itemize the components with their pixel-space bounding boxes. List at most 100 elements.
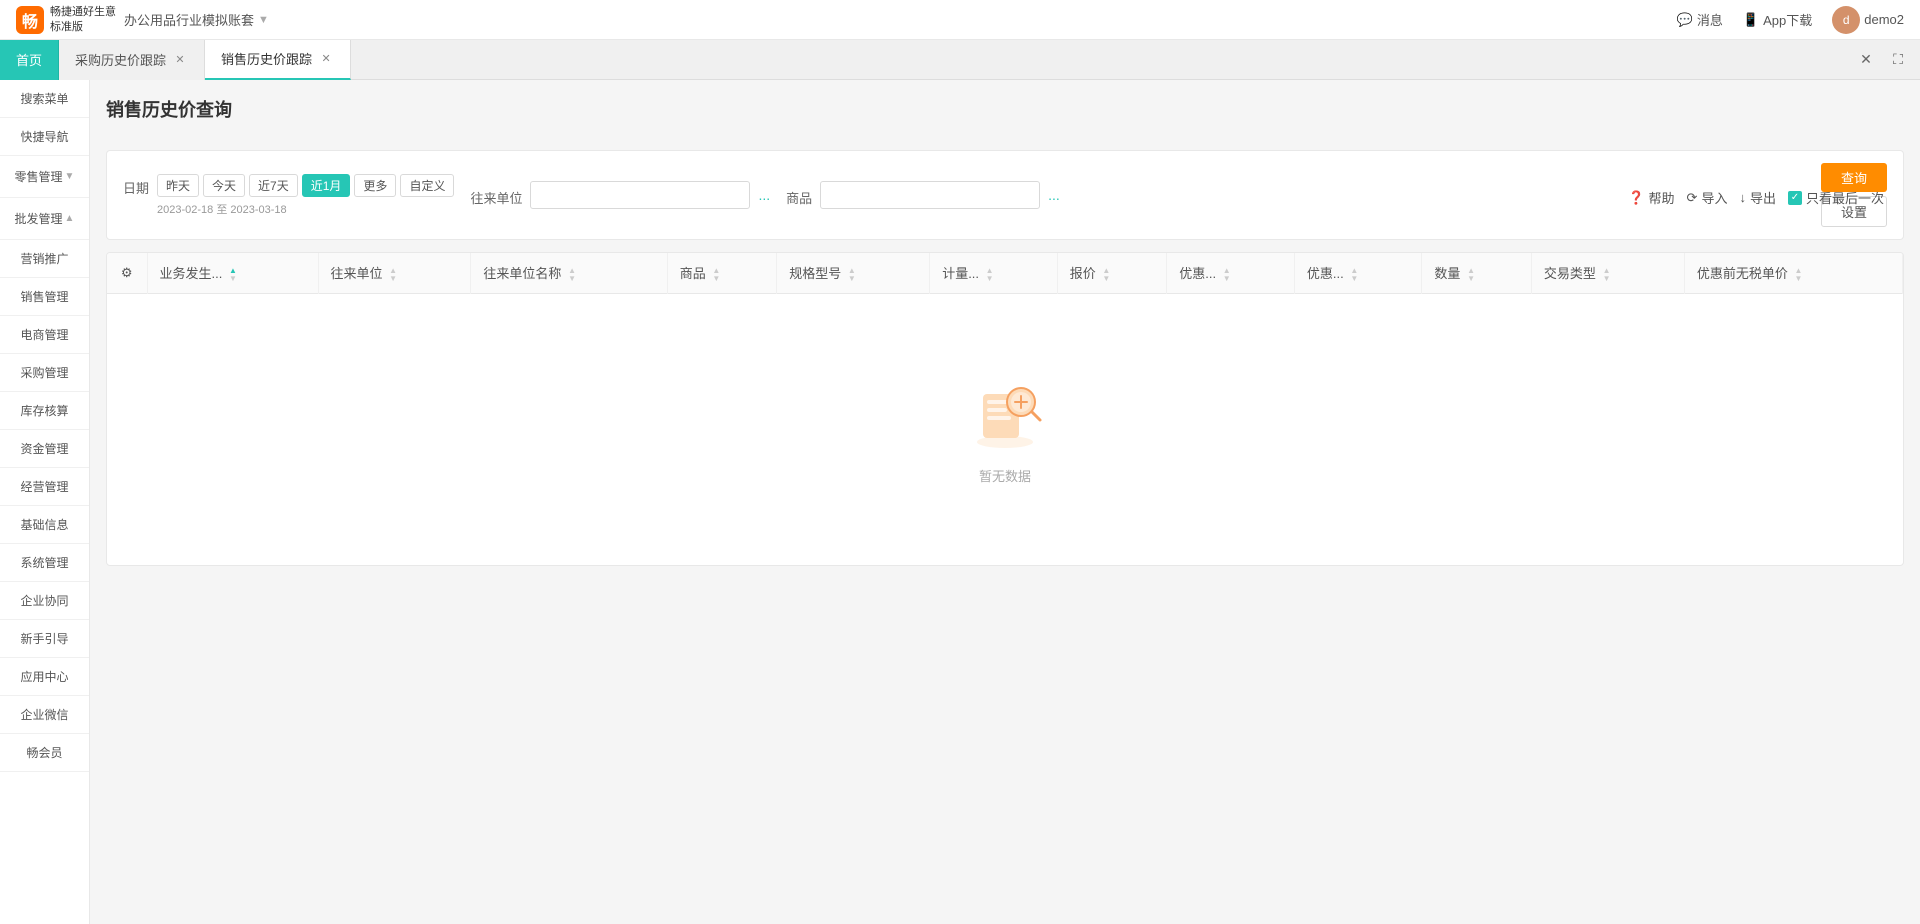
tab-sales-history[interactable]: 销售历史价跟踪 ✕	[205, 40, 351, 80]
table-card: ⚙ 业务发生... ▲ ▼ 往来单位	[106, 252, 1904, 566]
sidebar-item-label: 应用中心	[20, 668, 68, 685]
goods-input[interactable]	[820, 181, 1040, 209]
sort-arrows-discount1: ▲ ▼	[1223, 267, 1231, 283]
sort-arrows-quote: ▲ ▼	[1102, 267, 1110, 283]
user-action[interactable]: d demo2	[1832, 6, 1904, 34]
th-unit[interactable]: 计量... ▲ ▼	[930, 253, 1058, 293]
goods-label: 商品	[786, 184, 812, 207]
sidebar-item-label: 采购管理	[20, 364, 68, 381]
sidebar-item-new-guide[interactable]: 新手引导	[0, 620, 89, 658]
sidebar-item-wholesale-mgmt[interactable]: 批发管理 ▲	[0, 198, 89, 240]
only-last-checkbox-label[interactable]: ✓ 只看最后一次	[1788, 188, 1884, 207]
sidebar-item-enterprise-wechat[interactable]: 企业微信	[0, 696, 89, 734]
th-pretax-price[interactable]: 优惠前无税单价 ▲ ▼	[1684, 253, 1902, 293]
sidebar-item-label: 企业协同	[20, 592, 68, 609]
gear-icon: ⚙	[121, 265, 133, 280]
goods-dots-icon[interactable]: ...	[1048, 187, 1060, 203]
th-discount2-label: 优惠...	[1307, 266, 1344, 281]
th-partner-name[interactable]: 往来单位名称 ▲ ▼	[471, 253, 667, 293]
tab-sales-close-icon[interactable]: ✕	[318, 51, 334, 67]
tab-expand-btn[interactable]: ⛶	[1886, 48, 1910, 72]
sidebar: 搜索菜单 快捷导航 零售管理 ▼ 批发管理 ▲ 营销推广 销售管理 电商管理 采…	[0, 80, 90, 924]
sidebar-item-ecommerce-mgmt[interactable]: 电商管理	[0, 316, 89, 354]
app-download-action[interactable]: 📱 App下载	[1743, 10, 1812, 29]
chevron-up-icon: ▲	[65, 213, 75, 224]
sidebar-item-basic-info[interactable]: 基础信息	[0, 506, 89, 544]
th-partner-code[interactable]: 往来单位 ▲ ▼	[318, 253, 471, 293]
sidebar-item-sales-mgmt[interactable]: 销售管理	[0, 278, 89, 316]
table-header-row: ⚙ 业务发生... ▲ ▼ 往来单位	[107, 253, 1903, 293]
th-discount1[interactable]: 优惠... ▲ ▼	[1167, 253, 1295, 293]
date-btn-custom[interactable]: 自定义	[400, 174, 454, 197]
import-action[interactable]: ⟳ 导入	[1687, 188, 1728, 207]
sidebar-item-purchase-mgmt[interactable]: 采购管理	[0, 354, 89, 392]
header-right: 💬 消息 📱 App下载 d demo2	[1677, 6, 1904, 34]
partner-filter-group: 往来单位 ...	[470, 181, 770, 209]
message-action[interactable]: 💬 消息	[1677, 10, 1723, 29]
tab-purchase-close-icon[interactable]: ✕	[172, 52, 188, 68]
top-header: 畅 畅捷通好生意 标准版 办公用品行业模拟账套 ▼ 💬 消息 📱 App下载 d…	[0, 0, 1920, 40]
chevron-down-icon[interactable]: ▼	[258, 14, 269, 26]
th-gear[interactable]: ⚙	[107, 253, 147, 293]
sidebar-item-finance-mgmt[interactable]: 资金管理	[0, 430, 89, 468]
date-btn-today[interactable]: 今天	[203, 174, 245, 197]
sidebar-item-marketing[interactable]: 营销推广	[0, 240, 89, 278]
sidebar-item-app-center[interactable]: 应用中心	[0, 658, 89, 696]
date-btn-more[interactable]: 更多	[354, 174, 396, 197]
th-spec-label: 规格型号	[789, 266, 841, 281]
date-btn-last7[interactable]: 近7天	[249, 174, 298, 197]
th-discount2[interactable]: 优惠... ▲ ▼	[1294, 253, 1422, 293]
main-layout: 搜索菜单 快捷导航 零售管理 ▼ 批发管理 ▲ 营销推广 销售管理 电商管理 采…	[0, 80, 1920, 924]
logo-icon: 畅	[16, 6, 44, 34]
tab-bar-end: ✕ ⛶	[1854, 48, 1920, 72]
partner-dots-icon[interactable]: ...	[758, 187, 770, 203]
tab-purchase-history[interactable]: 采购历史价跟踪 ✕	[59, 40, 205, 80]
app-title: 办公用品行业模拟账套 ▼	[124, 10, 269, 29]
sidebar-item-enterprise-collab[interactable]: 企业协同	[0, 582, 89, 620]
page-actions: ❓ 帮助 ⟳ 导入 ↓ 导出 ✓ 只看最后一次	[1628, 188, 1884, 207]
empty-state-icon	[965, 374, 1045, 454]
export-action[interactable]: ↓ 导出	[1739, 188, 1776, 207]
th-biz-date[interactable]: 业务发生... ▲ ▼	[147, 253, 318, 293]
th-trade-type-label: 交易类型	[1544, 266, 1596, 281]
tab-bar: 首页 采购历史价跟踪 ✕ 销售历史价跟踪 ✕ ✕ ⛶	[0, 40, 1920, 80]
th-quote[interactable]: 报价 ▲ ▼	[1057, 253, 1167, 293]
th-spec[interactable]: 规格型号 ▲ ▼	[777, 253, 930, 293]
th-goods-label: 商品	[680, 266, 706, 281]
help-action[interactable]: ❓ 帮助	[1628, 188, 1674, 207]
sort-arrows-biz-date: ▲ ▼	[229, 267, 237, 283]
th-quantity-label: 数量	[1434, 266, 1460, 281]
th-unit-label: 计量...	[942, 266, 979, 281]
th-partner-name-label: 往来单位名称	[483, 266, 561, 281]
data-table: ⚙ 业务发生... ▲ ▼ 往来单位	[107, 253, 1903, 294]
sidebar-item-member[interactable]: 畅会员	[0, 734, 89, 772]
sidebar-item-label: 零售管理	[15, 168, 63, 185]
tab-home[interactable]: 首页	[0, 40, 59, 80]
header-left: 畅 畅捷通好生意 标准版 办公用品行业模拟账套 ▼	[16, 5, 269, 34]
empty-text: 暂无数据	[979, 466, 1031, 485]
sidebar-item-label: 企业微信	[20, 706, 68, 723]
tab-close-btn[interactable]: ✕	[1854, 48, 1878, 72]
logo-area: 畅 畅捷通好生意 标准版	[16, 5, 116, 34]
sidebar-item-search-menu[interactable]: 搜索菜单	[0, 80, 89, 118]
sidebar-item-quick-nav[interactable]: 快捷导航	[0, 118, 89, 156]
sidebar-item-label: 新手引导	[20, 630, 68, 647]
sort-arrows-partner-name: ▲ ▼	[568, 267, 576, 283]
page-header-area: 销售历史价查询 ❓ 帮助 ⟳ 导入 ↓ 导出 ✓ 只看最后一次	[106, 96, 1904, 138]
sidebar-item-system-mgmt[interactable]: 系统管理	[0, 544, 89, 582]
sort-arrows-pretax-price: ▲ ▼	[1794, 267, 1802, 283]
th-trade-type[interactable]: 交易类型 ▲ ▼	[1531, 253, 1684, 293]
sort-arrows-trade-type: ▲ ▼	[1603, 267, 1611, 283]
sidebar-item-inventory-check[interactable]: 库存核算	[0, 392, 89, 430]
avatar: d	[1832, 6, 1860, 34]
th-quantity[interactable]: 数量 ▲ ▼	[1422, 253, 1532, 293]
sidebar-item-operations-mgmt[interactable]: 经营管理	[0, 468, 89, 506]
th-goods[interactable]: 商品 ▲ ▼	[667, 253, 777, 293]
date-btn-yesterday[interactable]: 昨天	[157, 174, 199, 197]
phone-icon: 📱	[1743, 12, 1759, 28]
date-btn-last1m[interactable]: 近1月	[302, 174, 351, 197]
export-icon: ↓	[1739, 190, 1746, 205]
sidebar-item-retail-mgmt[interactable]: 零售管理 ▼	[0, 156, 89, 198]
logo-text: 畅捷通好生意 标准版	[50, 5, 116, 34]
partner-input[interactable]	[530, 181, 750, 209]
